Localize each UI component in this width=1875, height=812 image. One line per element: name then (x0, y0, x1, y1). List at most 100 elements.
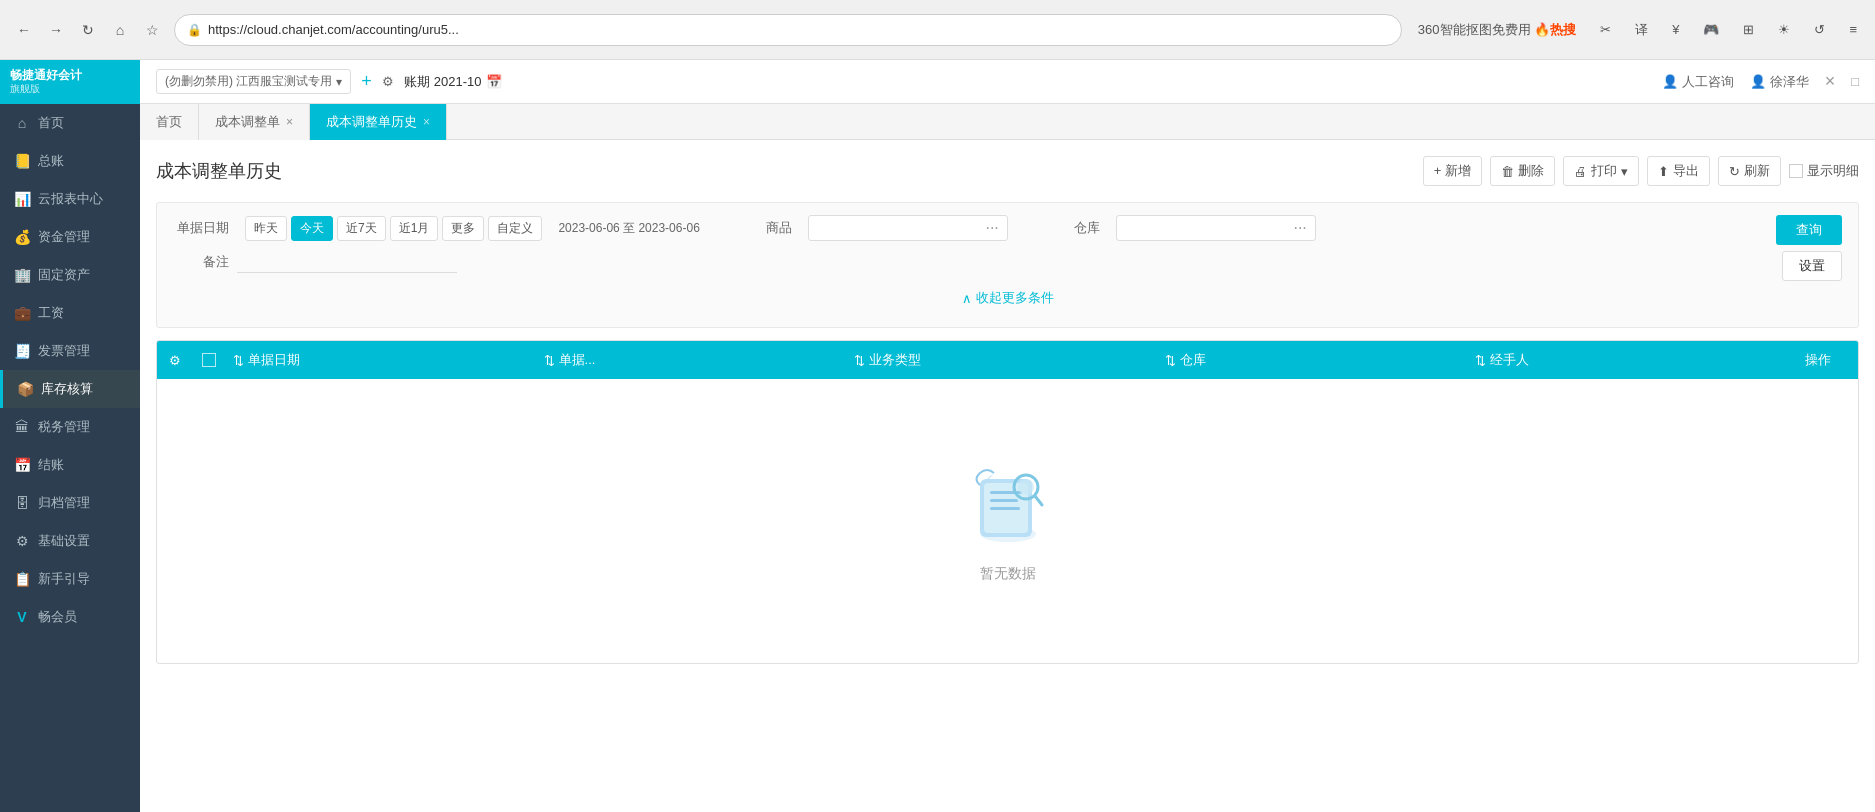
sidebar-item-guide[interactable]: 📋 新手引导 (0, 560, 140, 598)
browser-chrome: ← → ↻ ⌂ ☆ 🔒 https://cloud.chanjet.com/ac… (0, 0, 1875, 60)
tab-cost-adjustment-label: 成本调整单 (215, 113, 280, 131)
print-dropdown-icon: ▾ (1621, 164, 1628, 179)
th-actions: 操作 (1778, 351, 1858, 369)
export-btn[interactable]: ⬆ 导出 (1647, 156, 1710, 186)
company-dropdown-icon: ▾ (336, 75, 342, 89)
history-tool[interactable]: ↺ (1806, 18, 1833, 41)
address-bar[interactable]: 🔒 https://cloud.chanjet.com/accounting/u… (174, 14, 1402, 46)
top-bar: (勿删勿禁用) 江西服宝测试专用 ▾ + ⚙ 账期 2021-10 📅 👤 人工… (140, 60, 1875, 104)
date-btn-custom[interactable]: 自定义 (488, 216, 542, 241)
new-btn[interactable]: + 新增 (1423, 156, 1482, 186)
th-settings-btn[interactable]: ⚙ (157, 353, 193, 368)
wallet-tool[interactable]: ¥ (1664, 18, 1687, 41)
notes-input[interactable] (237, 251, 457, 273)
date-btn-week[interactable]: 近7天 (337, 216, 386, 241)
sidebar-item-salary[interactable]: 💼 工资 (0, 294, 140, 332)
game-tool[interactable]: 🎮 (1695, 18, 1727, 41)
th-doc-no-sort-icon: ⇅ (544, 353, 555, 368)
tab-cost-adjustment-close[interactable]: × (286, 115, 293, 129)
th-doc-no-label: 单据... (559, 351, 596, 369)
period-value: 2021-10 (434, 74, 482, 89)
scissors-tool[interactable]: ✂ (1592, 18, 1619, 41)
sidebar-item-invoice[interactable]: 🧾 发票管理 (0, 332, 140, 370)
ledger-icon: 📒 (14, 153, 30, 169)
reload-button[interactable]: ↻ (74, 16, 102, 44)
bookmark-button[interactable]: ☆ (138, 16, 166, 44)
th-checkbox[interactable] (193, 353, 225, 367)
th-warehouse[interactable]: ⇅ 仓库 (1157, 351, 1468, 369)
sidebar-item-vip[interactable]: V 畅会员 (0, 598, 140, 636)
tab-cost-adjustment-history-close[interactable]: × (423, 115, 430, 129)
date-btn-today[interactable]: 今天 (291, 216, 333, 241)
back-button[interactable]: ← (10, 16, 38, 44)
date-btn-more[interactable]: 更多 (442, 216, 484, 241)
date-btn-month[interactable]: 近1月 (390, 216, 439, 241)
add-company-btn[interactable]: + (361, 71, 372, 92)
svg-point-7 (1018, 479, 1034, 495)
window-maximize-btn[interactable]: □ (1851, 74, 1859, 89)
goods-dots-btn[interactable]: ··· (985, 219, 998, 237)
warehouse-dots-btn[interactable]: ··· (1293, 219, 1306, 237)
sidebar-item-period-end[interactable]: 📅 结账 (0, 446, 140, 484)
th-handler[interactable]: ⇅ 经手人 (1467, 351, 1778, 369)
th-handler-label: 经手人 (1490, 351, 1529, 369)
tab-cost-adjustment-history[interactable]: 成本调整单历史 × (310, 104, 447, 140)
company-selector[interactable]: (勿删勿禁用) 江西服宝测试专用 ▾ (156, 69, 351, 94)
filter-settings-button[interactable]: 设置 (1782, 251, 1842, 281)
translate-tool[interactable]: 译 (1627, 17, 1656, 43)
sidebar-item-archive[interactable]: 🗄 归档管理 (0, 484, 140, 522)
sidebar-item-ledger[interactable]: 📒 总账 (0, 142, 140, 180)
search-tool[interactable]: 360智能抠图免费用 🔥热搜 (1410, 17, 1584, 43)
logo-content: 畅捷通好会计 旗舰版 (10, 68, 82, 96)
hot-search-label[interactable]: 🔥热搜 (1534, 22, 1576, 37)
tab-cost-adjustment[interactable]: 成本调整单 × (199, 104, 310, 140)
username-label: 徐泽华 (1770, 73, 1809, 91)
filter-area: 单据日期 昨天 今天 近7天 近1月 更多 自定义 2023-06-06 至 2… (156, 202, 1859, 328)
display-toggle[interactable]: 显示明细 (1789, 162, 1859, 180)
display-checkbox[interactable] (1789, 164, 1803, 178)
th-doc-no[interactable]: ⇅ 单据... (536, 351, 847, 369)
user-avatar[interactable]: 👤 徐泽华 (1750, 73, 1809, 91)
forward-button[interactable]: → (42, 16, 70, 44)
refresh-label: 刷新 (1744, 162, 1770, 180)
sidebar-item-inventory[interactable]: 📦 库存核算 (0, 370, 140, 408)
warehouse-selector[interactable]: ··· (1116, 215, 1316, 241)
refresh-btn[interactable]: ↻ 刷新 (1718, 156, 1781, 186)
home-button[interactable]: ⌂ (106, 16, 134, 44)
customer-service-btn[interactable]: 👤 人工咨询 (1662, 73, 1734, 91)
sidebar-logo[interactable]: 畅捷通好会计 旗舰版 (0, 60, 140, 104)
delete-btn[interactable]: 🗑 删除 (1490, 156, 1555, 186)
collapse-button[interactable]: ∧ 收起更多条件 (962, 289, 1054, 307)
brightness-tool[interactable]: ☀ (1770, 18, 1798, 41)
tab-home[interactable]: 首页 (140, 104, 199, 140)
goods-selector[interactable]: ··· (808, 215, 1008, 241)
sidebar-item-funds[interactable]: 💰 资金管理 (0, 218, 140, 256)
select-all-checkbox[interactable] (202, 353, 216, 367)
filter-section: 单据日期 昨天 今天 近7天 近1月 更多 自定义 2023-06-06 至 2… (173, 215, 1842, 281)
menu-tool[interactable]: ≡ (1841, 18, 1865, 41)
print-btn[interactable]: 🖨 打印 ▾ (1563, 156, 1639, 186)
filter-fields: 单据日期 昨天 今天 近7天 近1月 更多 自定义 2023-06-06 至 2… (173, 215, 1752, 273)
filter-row-1: 单据日期 昨天 今天 近7天 近1月 更多 自定义 2023-06-06 至 2… (173, 215, 1752, 241)
sidebar-label-vip: 畅会员 (38, 608, 77, 626)
sidebar-item-home[interactable]: ⌂ 首页 (0, 104, 140, 142)
query-button[interactable]: 查询 (1776, 215, 1842, 245)
content-area: 成本调整单历史 + 新增 🗑 删除 🖨 打印 ▾ ⬆ 导出 (140, 140, 1875, 812)
sidebar-item-tax[interactable]: 🏛 税务管理 (0, 408, 140, 446)
sidebar-item-fixed-assets[interactable]: 🏢 固定资产 (0, 256, 140, 294)
th-biz-type[interactable]: ⇅ 业务类型 (846, 351, 1157, 369)
sidebar-label-invoice: 发票管理 (38, 342, 90, 360)
sidebar-label-funds: 资金管理 (38, 228, 90, 246)
grid-tool[interactable]: ⊞ (1735, 18, 1762, 41)
window-close-btn[interactable]: × (1825, 71, 1836, 92)
print-icon: 🖨 (1574, 164, 1587, 179)
sidebar-item-settings[interactable]: ⚙ 基础设置 (0, 522, 140, 560)
filter-right-buttons: 查询 设置 (1776, 215, 1842, 281)
calendar-icon[interactable]: 📅 (486, 74, 502, 89)
sidebar-item-reports[interactable]: 📊 云报表中心 (0, 180, 140, 218)
settings-gear-icon[interactable]: ⚙ (382, 74, 394, 89)
th-date[interactable]: ⇅ 单据日期 (225, 351, 536, 369)
date-btn-yesterday[interactable]: 昨天 (245, 216, 287, 241)
collapse-label: 收起更多条件 (976, 289, 1054, 307)
service-label: 人工咨询 (1682, 73, 1734, 91)
